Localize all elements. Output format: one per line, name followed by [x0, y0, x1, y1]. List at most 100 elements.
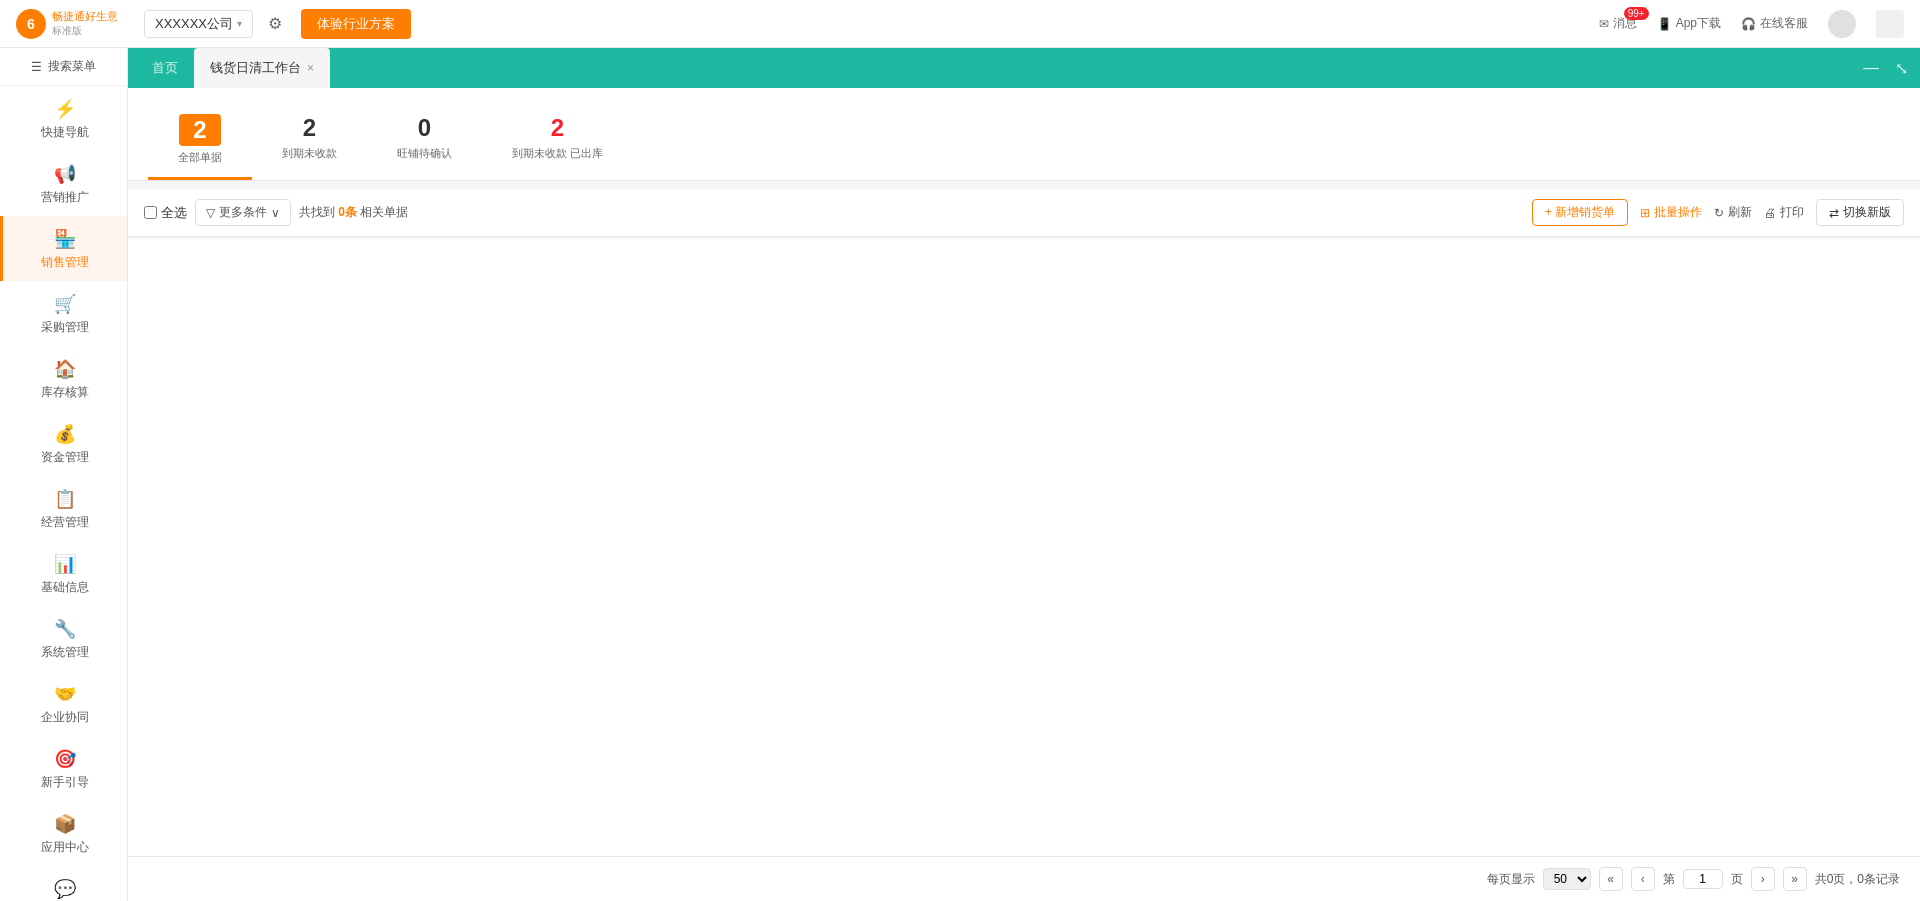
page-label: 第	[1663, 871, 1675, 888]
page-input[interactable]	[1683, 869, 1723, 889]
sidebar-item-app-center[interactable]: 📦 应用中心	[0, 801, 127, 866]
stat-tab-pending[interactable]: 0 旺铺待确认	[367, 104, 482, 180]
sidebar-item-label: 应用中心	[41, 839, 89, 856]
gear-icon: ⚙	[268, 14, 282, 33]
search-menu-button[interactable]: ☰ 搜索菜单	[0, 48, 127, 86]
settings-button[interactable]: ⚙	[261, 10, 289, 38]
first-page-button[interactable]: «	[1599, 867, 1623, 891]
switch-version-button[interactable]: ⇄ 切换新版	[1816, 199, 1904, 226]
company-selector[interactable]: XXXXXX公司 ▾	[144, 10, 253, 38]
stats-row: 2 全部单据 2 到期未收款 0 旺铺待确认 2 到期未收款 已出库	[128, 88, 1920, 181]
message-button[interactable]: ✉ 消息 99+	[1599, 15, 1637, 32]
switch-label: 切换新版	[1843, 204, 1891, 221]
search-icon: ☰	[31, 60, 42, 74]
total-label: 共0页，0条记录	[1815, 871, 1900, 888]
filter-button[interactable]: ▽ 更多条件 ∨	[195, 199, 291, 226]
sidebar-item-quick-nav[interactable]: ⚡ 快捷导航	[0, 86, 127, 151]
tab-work-station[interactable]: 钱货日清工作台 ×	[194, 48, 330, 88]
select-all-checkbox[interactable]: 全选	[144, 204, 187, 222]
stat-tab-out[interactable]: 2 到期未收款 已出库	[482, 104, 633, 180]
print-label: 打印	[1780, 204, 1804, 221]
avatar[interactable]	[1828, 10, 1856, 38]
package-icon: 📦	[54, 813, 76, 835]
lightning-icon: ⚡	[54, 98, 76, 120]
sidebar-item-label: 采购管理	[41, 319, 89, 336]
sidebar-item-cooperation[interactable]: 🤝 企业协同	[0, 671, 127, 736]
sidebar-item-sales[interactable]: 🏪 销售管理	[0, 216, 127, 281]
filter-icon: ▽	[206, 206, 215, 220]
add-sale-button[interactable]: + 新增销货单	[1532, 199, 1628, 226]
sidebar-item-label: 库存核算	[41, 384, 89, 401]
chevron-down-icon: ∨	[271, 206, 280, 220]
sidebar-item-label: 快捷导航	[41, 124, 89, 141]
found-text: 共找到 0条 相关单据	[299, 204, 408, 221]
stat-count-overdue: 2	[303, 114, 316, 142]
content-area: 2 全部单据 2 到期未收款 0 旺铺待确认 2 到期未收款 已出库	[128, 88, 1920, 901]
service-icon: 🎧	[1741, 17, 1756, 31]
online-service-label: 在线客服	[1760, 15, 1808, 32]
table-area	[128, 239, 1920, 856]
sidebar-item-label: 系统管理	[41, 644, 89, 661]
search-menu-label: 搜索菜单	[48, 58, 96, 75]
stat-count-pending: 0	[418, 114, 431, 142]
tab-right-actions: — ⤡	[1859, 55, 1912, 82]
stat-label-overdue: 到期未收款	[282, 146, 337, 161]
tab-close-icon[interactable]: ×	[307, 61, 314, 75]
toolbar-right: + 新增销货单 ⊞ 批量操作 ↻ 刷新 🖨 打印 ⇄	[1532, 199, 1904, 226]
tab-home[interactable]: 首页	[136, 48, 194, 88]
window-minimize-icon[interactable]: —	[1859, 55, 1883, 82]
stats-tabs: 2 全部单据 2 到期未收款 0 旺铺待确认 2 到期未收款 已出库	[148, 104, 1900, 180]
sidebar-item-inventory[interactable]: 🏠 库存核算	[0, 346, 127, 411]
sidebar-item-basic-info[interactable]: 📊 基础信息	[0, 541, 127, 606]
home-icon: 🏠	[54, 358, 76, 380]
shop-icon: 🏪	[54, 228, 76, 250]
target-icon: 🎯	[54, 748, 76, 770]
sidebar-item-label: 新手引导	[41, 774, 89, 791]
user-menu[interactable]	[1876, 10, 1904, 38]
sidebar: ☰ 搜索菜单 ⚡ 快捷导航 📢 营销推广 🏪 销售管理 🛒 采购管理 🏠 库存核…	[0, 48, 128, 901]
last-page-button[interactable]: »	[1783, 867, 1807, 891]
sidebar-item-label: 营销推广	[41, 189, 89, 206]
next-page-button[interactable]: ›	[1751, 867, 1775, 891]
message-icon: ✉	[1599, 17, 1609, 31]
logo-area: 6 畅捷通好生意 标准版	[16, 9, 144, 39]
sidebar-item-guide[interactable]: 🎯 新手引导	[0, 736, 127, 801]
batch-icon: ⊞	[1640, 206, 1650, 220]
stat-tab-overdue[interactable]: 2 到期未收款	[252, 104, 367, 180]
per-page-select[interactable]: 50	[1543, 868, 1591, 890]
money-icon: 💰	[54, 423, 76, 445]
stat-count-all: 2	[179, 114, 220, 146]
sidebar-item-system[interactable]: 🔧 系统管理	[0, 606, 127, 671]
logo-icon: 6	[16, 9, 46, 39]
pagination: 每页显示 50 « ‹ 第 页 › » 共0页，0条记录	[128, 856, 1920, 901]
print-button[interactable]: 🖨 打印	[1764, 204, 1804, 221]
refresh-button[interactable]: ↻ 刷新	[1714, 204, 1752, 221]
sidebar-item-marketing[interactable]: 📢 营销推广	[0, 151, 127, 216]
sidebar-item-operations[interactable]: 📋 经营管理	[0, 476, 127, 541]
refresh-label: 刷新	[1728, 204, 1752, 221]
sidebar-item-finance[interactable]: 💰 资金管理	[0, 411, 127, 476]
company-name: XXXXXX公司	[155, 15, 233, 33]
download-icon: 📱	[1657, 17, 1672, 31]
sidebar-item-wechat[interactable]: 💬 企业微信	[0, 866, 127, 901]
select-all-input[interactable]	[144, 206, 157, 219]
window-expand-icon[interactable]: ⤡	[1891, 55, 1912, 82]
trial-button[interactable]: 体验行业方案	[301, 9, 411, 39]
megaphone-icon: 📢	[54, 163, 76, 185]
sidebar-item-purchase[interactable]: 🛒 采购管理	[0, 281, 127, 346]
online-service-button[interactable]: 🎧 在线客服	[1741, 15, 1808, 32]
per-page-label: 每页显示	[1487, 871, 1535, 888]
stat-tab-all[interactable]: 2 全部单据	[148, 104, 252, 180]
chevron-down-icon: ▾	[237, 18, 242, 29]
logo-sub: 标准版	[52, 24, 118, 38]
chat-icon: 💬	[54, 878, 76, 900]
stat-label-pending: 旺铺待确认	[397, 146, 452, 161]
chart-icon: 📊	[54, 553, 76, 575]
batch-operation-button[interactable]: ⊞ 批量操作	[1640, 204, 1702, 221]
sidebar-item-label: 企业协同	[41, 709, 89, 726]
wrench-icon: 🔧	[54, 618, 76, 640]
filter-label: 更多条件	[219, 204, 267, 221]
cart-icon: 🛒	[54, 293, 76, 315]
prev-page-button[interactable]: ‹	[1631, 867, 1655, 891]
app-download-button[interactable]: 📱 App下载	[1657, 15, 1721, 32]
